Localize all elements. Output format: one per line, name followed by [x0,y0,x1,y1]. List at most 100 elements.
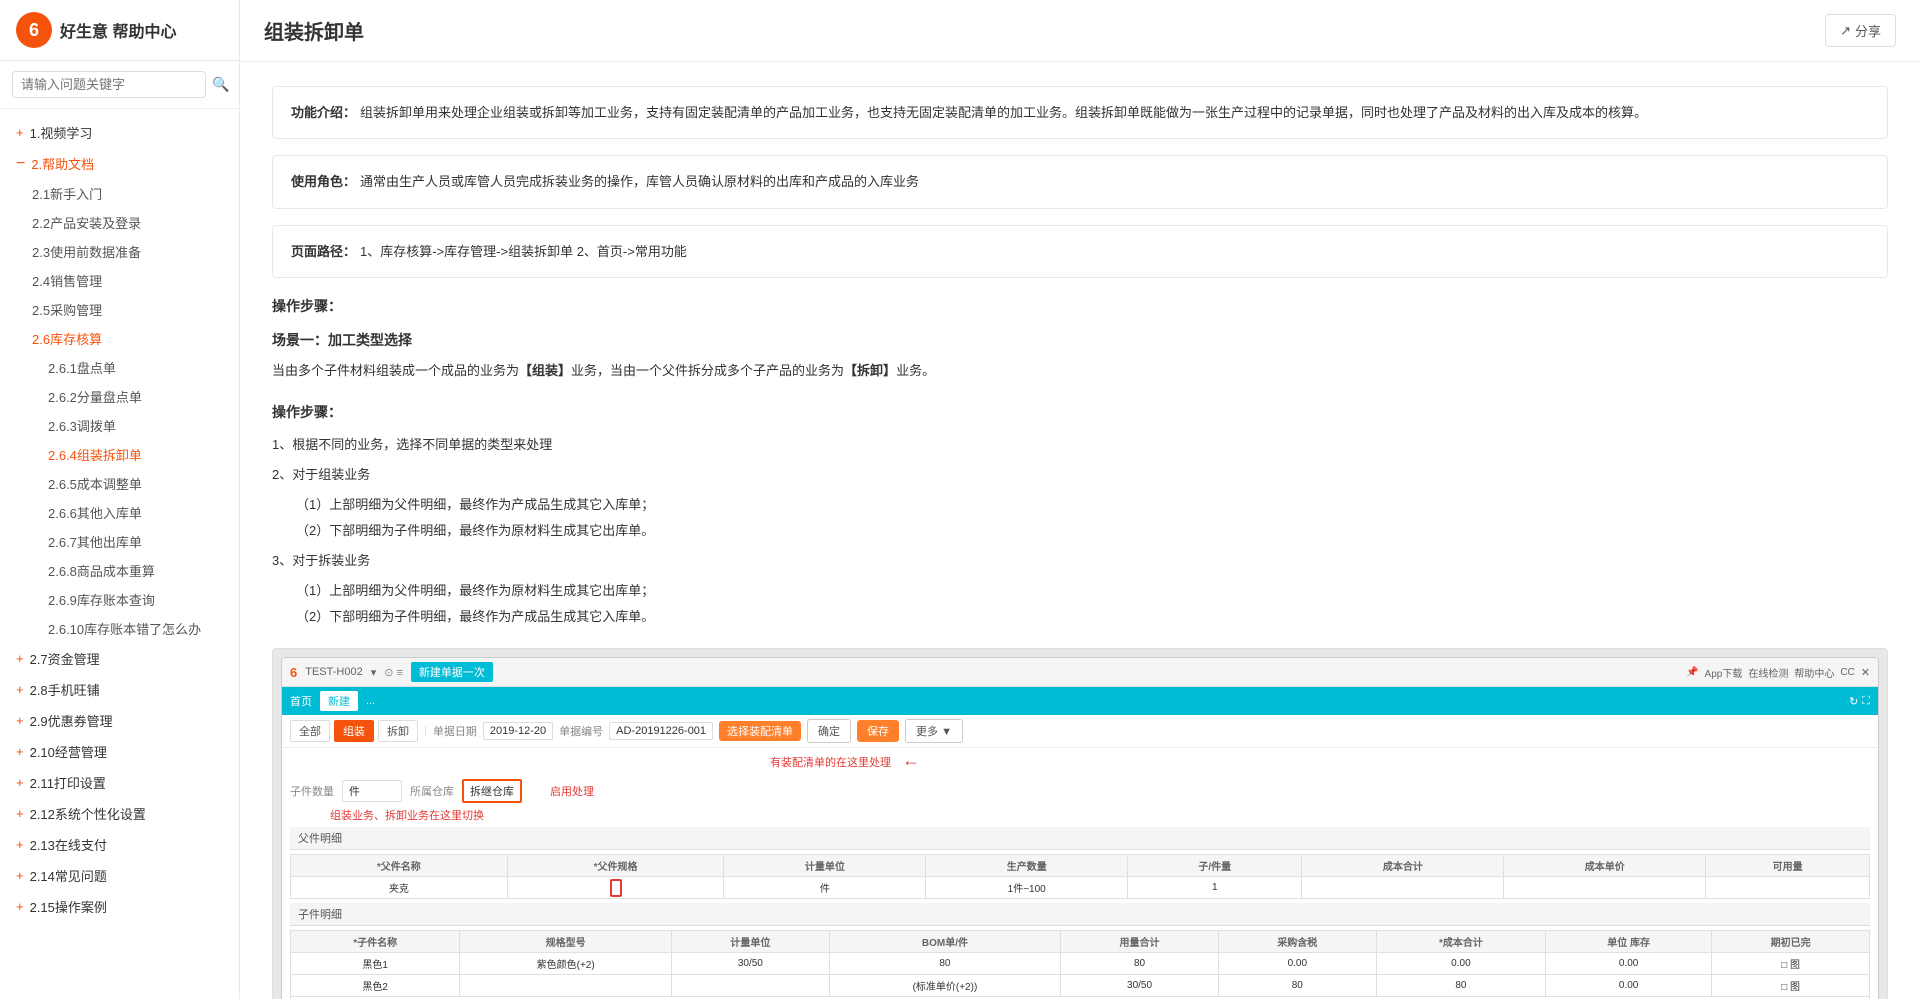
warehouse-value[interactable]: 拆继仓库 [462,779,522,803]
sidebar-subitem-cost-recalc[interactable]: 2.6.8商品成本重算 [0,556,239,585]
col-bom: BOM单/件 [829,931,1060,953]
sidebar-subitem-stocktake[interactable]: 2.6.1盘点单 [0,353,239,382]
sidebar-item-payment[interactable]: + 2.13在线支付 [0,829,239,860]
sidebar-subitem-sales[interactable]: 2.4销售管理 [0,266,239,295]
sidebar-item-coupon[interactable]: + 2.9优惠券管理 [0,705,239,736]
child-cost-1: 0.00 [1376,953,1545,975]
toolbar-sep1: | [424,725,427,737]
type-btn-disassembly[interactable]: 拆卸 [378,720,418,742]
sidebar-header: 6 好生意 帮助中心 [0,0,239,61]
parent-sub-qty: 1 [1128,877,1302,899]
col-parent-name: *父件名称 [291,855,508,877]
refresh-icon[interactable]: ↻ [1849,695,1858,708]
child-name-2: 黑色2 [291,975,460,997]
plus-icon-10: + [16,899,24,914]
plus-icon-4: + [16,713,24,728]
col-parent-spec: *父件规格 [507,855,724,877]
sidebar-item-personalize[interactable]: + 2.12系统个性化设置 [0,798,239,829]
module-new[interactable]: 新建 [320,691,358,711]
parent-table: *父件名称 *父件规格 计量单位 生产数量 子/件量 成本合计 成本单价 可用量 [290,854,1870,899]
child-usage-1: 80 [1061,953,1219,975]
step-1: 1、根据不同的业务，选择不同单据的类型来处理 [272,432,1888,458]
child-table: *子件名称 规格型号 计量单位 BOM单/件 用量合计 采购含税 *成本合计 单… [290,930,1870,999]
more-btn[interactable]: 更多 ▼ [905,719,963,743]
col-child-name: *子件名称 [291,931,460,953]
sidebar-subitem-inv-ledger[interactable]: 2.6.9库存账本查询 [0,585,239,614]
sidebar-subitem-assembly[interactable]: 2.6.4组装拆卸单 [0,440,239,469]
app-id: TEST-H002 [305,666,362,678]
step-3: 3、对于拆装业务 [272,548,1888,574]
sidebar-subitem-purchase[interactable]: 2.5采购管理 [0,295,239,324]
sidebar-subitem-other-inbound[interactable]: 2.6.6其他入库单 [0,498,239,527]
child-inv-2: 0.00 [1546,975,1712,997]
child-spec-1: 紫色颜色(+2) [460,953,672,975]
parent-section-header: 父件明细 [290,827,1870,850]
id-label: 单据编号 [559,723,603,739]
sidebar-item-print[interactable]: + 2.11打印设置 [0,767,239,798]
child-purchase-2: 80 [1218,975,1376,997]
child-row-2: 黑色2 (标准单价(+2)) 30/50 80 80 0.00 □ 图 [291,975,1870,997]
parent-unit: 件 [724,877,926,899]
sidebar-item-finance[interactable]: + 2.7资金管理 [0,643,239,674]
sidebar-subitem-split-stocktake[interactable]: 2.6.2分量盘点单 [0,382,239,411]
annotation-text-1: 有装配清单的在这里处理 [770,757,891,769]
module-home[interactable]: 首页 [290,693,312,709]
type-btn-assembly[interactable]: 组装 [334,720,374,742]
parent-name: 夹克 [291,877,508,899]
app-status-icons: ⊙ ≡ [384,666,403,679]
intro-block: 功能介绍：组装拆卸单用来处理企业组装或拆卸等加工业务，支持有固定装配清单的产品加… [272,86,1888,139]
sidebar-item-video[interactable]: + 1.视频学习 [0,117,239,148]
new-doc-btn[interactable]: 新建单据一次 [411,662,493,682]
sidebar-subitem-beginner[interactable]: 2.1新手入门 [0,179,239,208]
page-title: 组装拆卸单 [264,16,364,45]
parent-avail [1706,877,1870,899]
content-area: 功能介绍：组装拆卸单用来处理企业组装或拆卸等加工业务，支持有固定装配清单的产品加… [240,62,1920,999]
sidebar-item-cases[interactable]: + 2.15操作案例 [0,891,239,922]
share-button[interactable]: ↗ 分享 [1825,14,1896,47]
search-input[interactable] [12,71,206,98]
sidebar-subitem-transfer[interactable]: 2.6.3调拨单 [0,411,239,440]
warehouse-label: 所属仓库 [410,783,454,799]
sub-count-value[interactable]: 件 [342,780,402,802]
search-icon[interactable]: 🔍 [212,76,229,93]
parent-prod-qty: 1件~100 [926,877,1128,899]
app-name: 好生意 帮助中心 [60,18,176,42]
sidebar-subitem-inv-ledger-err[interactable]: 2.6.10库存账本错了怎么办 [0,614,239,643]
save-btn[interactable]: 保存 [857,720,899,742]
select-bom-btn[interactable]: 选择装配清单 [719,721,801,741]
intro-text: 组装拆卸单用来处理企业组装或拆卸等加工业务，支持有固定装配清单的产品加工业务，也… [360,105,1647,120]
screenshot: 6 TEST-H002 ▾ ⊙ ≡ 新建单据一次 📌 App下载 在线检测 帮助… [273,649,1887,999]
sidebar-item-faq[interactable]: + 2.14常见问题 [0,860,239,891]
sidebar-subitem-inventory[interactable]: 2.6库存核算 [0,324,239,353]
plus-icon: + [16,125,24,140]
confirm-btn[interactable]: 确定 [807,719,851,743]
sidebar-item-help-docs[interactable]: − 2.帮助文档 [0,148,239,179]
child-cost-2: 80 [1376,975,1545,997]
col-unit: 计量单位 [724,855,926,877]
type-btn-all[interactable]: 全部 [290,720,330,742]
sidebar-item-ops[interactable]: + 2.10经营管理 [0,736,239,767]
annotation-arrow-1: ← [902,750,920,770]
role-block: 使用角色：通常由生产人员或库管人员完成拆装业务的操作，库管人员确认原材料的出库和… [272,155,1888,208]
plus-icon-2: + [16,651,24,666]
child-bom-2: (标准单价(+2)) [829,975,1060,997]
col-child-spec: 规格型号 [460,931,672,953]
disassembly-sub-2: （2）下部明细为子件明细，最终作为产成品生成其它入库单。 [272,604,1888,630]
app-icon2: App下载 [1705,665,1743,680]
minus-icon: − [16,155,25,173]
id-value[interactable]: AD-20191226-001 [609,722,713,740]
topbar: 组装拆卸单 ↗ 分享 [240,0,1920,62]
sidebar-item-mobile[interactable]: + 2.8手机旺铺 [0,674,239,705]
sidebar-subitem-install[interactable]: 2.2产品安装及登录 [0,208,239,237]
share-icon: ↗ [1840,23,1851,39]
sidebar-subitem-other-outbound[interactable]: 2.6.7其他出库单 [0,527,239,556]
close-btn[interactable]: ✕ [1861,666,1870,679]
fullscreen-icon[interactable]: ⛶ [1862,695,1870,708]
child-section-label: 子件明细 [298,906,342,922]
plus-icon-6: + [16,775,24,790]
sidebar-subitem-data-prep[interactable]: 2.3使用前数据准备 [0,237,239,266]
sidebar-subitem-cost-adjust[interactable]: 2.6.5成本调整单 [0,469,239,498]
date-value[interactable]: 2019-12-20 [483,722,553,740]
child-name-1: 黑色1 [291,953,460,975]
parent-spec [507,877,724,899]
